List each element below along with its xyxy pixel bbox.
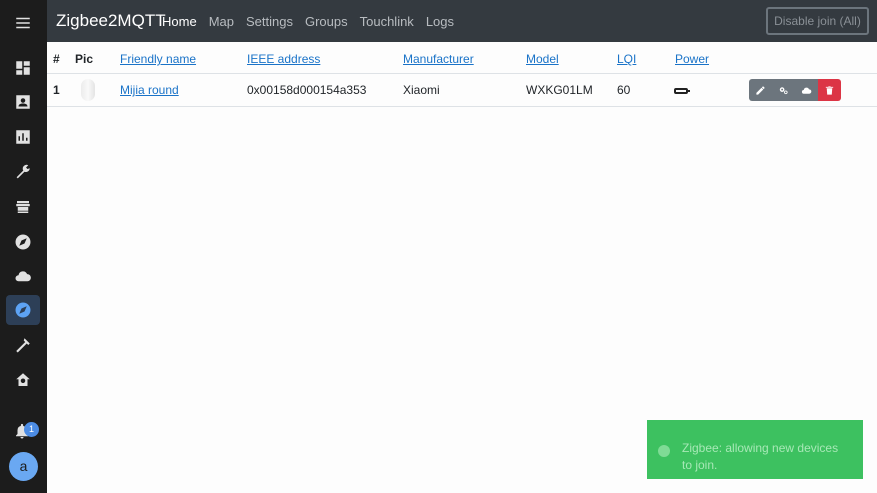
home-settings-icon[interactable] <box>6 365 40 395</box>
nav-logs[interactable]: Logs <box>426 14 454 29</box>
compass-icon[interactable] <box>6 227 40 257</box>
device-actions <box>749 79 841 101</box>
device-picture <box>81 79 95 101</box>
nav-groups[interactable]: Groups <box>305 14 348 29</box>
app-brand[interactable]: Zigbee2MQTT <box>56 11 166 31</box>
row-num: 1 <box>53 83 60 97</box>
zigbee-icon[interactable] <box>6 295 40 325</box>
table-row: 1 Mijia round 0x00158d000154a353 Xiaomi … <box>47 74 877 107</box>
header-friendly-name[interactable]: Friendly name <box>120 52 196 66</box>
nav-touchlink[interactable]: Touchlink <box>360 14 414 29</box>
cloud-icon[interactable] <box>6 261 40 291</box>
store-icon[interactable] <box>6 192 40 222</box>
devices-table: # Pic Friendly name IEEE address Manufac… <box>47 42 877 107</box>
header-model[interactable]: Model <box>526 52 559 66</box>
sidebar: 1 a <box>0 0 47 493</box>
header-ieee-address[interactable]: IEEE address <box>247 52 320 66</box>
success-check-icon <box>658 445 670 457</box>
disable-join-button[interactable]: Disable join (All) <box>766 7 869 35</box>
device-ieee-address: 0x00158d000154a353 <box>247 83 367 97</box>
device-lqi: 60 <box>617 83 631 97</box>
device-model: WXKG01LM <box>526 83 593 97</box>
nav-home[interactable]: Home <box>162 14 197 29</box>
toast-message: Zigbee: allowing new devices to join. <box>682 441 839 472</box>
header-power[interactable]: Power <box>675 52 709 66</box>
header-manufacturer[interactable]: Manufacturer <box>403 52 474 66</box>
header-num: # <box>53 52 60 66</box>
notification-count-badge: 1 <box>24 422 39 437</box>
hammer-icon[interactable] <box>6 330 40 360</box>
edit-icon[interactable] <box>749 79 772 101</box>
battery-icon <box>674 88 690 94</box>
main-nav: Home Map Settings Groups Touchlink Logs <box>162 14 466 29</box>
nav-settings[interactable]: Settings <box>246 14 293 29</box>
top-navbar: Zigbee2MQTT Home Map Settings Groups Tou… <box>47 0 877 42</box>
person-card-icon[interactable] <box>6 87 40 117</box>
device-manufacturer: Xiaomi <box>403 83 440 97</box>
header-lqi[interactable]: LQI <box>617 52 636 66</box>
header-pic: Pic <box>75 52 94 66</box>
table-header: # Pic Friendly name IEEE address Manufac… <box>47 42 877 74</box>
wrench-icon[interactable] <box>6 157 40 187</box>
cloud-icon[interactable] <box>795 79 818 101</box>
chart-icon[interactable] <box>6 122 40 152</box>
settings-cogs-icon[interactable] <box>772 79 795 101</box>
menu-icon[interactable] <box>6 8 40 38</box>
delete-trash-icon[interactable] <box>818 79 841 101</box>
nav-map[interactable]: Map <box>209 14 234 29</box>
dashboard-icon[interactable] <box>6 53 40 83</box>
device-friendly-name-link[interactable]: Mijia round <box>120 83 179 97</box>
user-avatar[interactable]: a <box>9 452 38 481</box>
join-toast[interactable]: Zigbee: allowing new devices to join. <box>647 420 863 479</box>
